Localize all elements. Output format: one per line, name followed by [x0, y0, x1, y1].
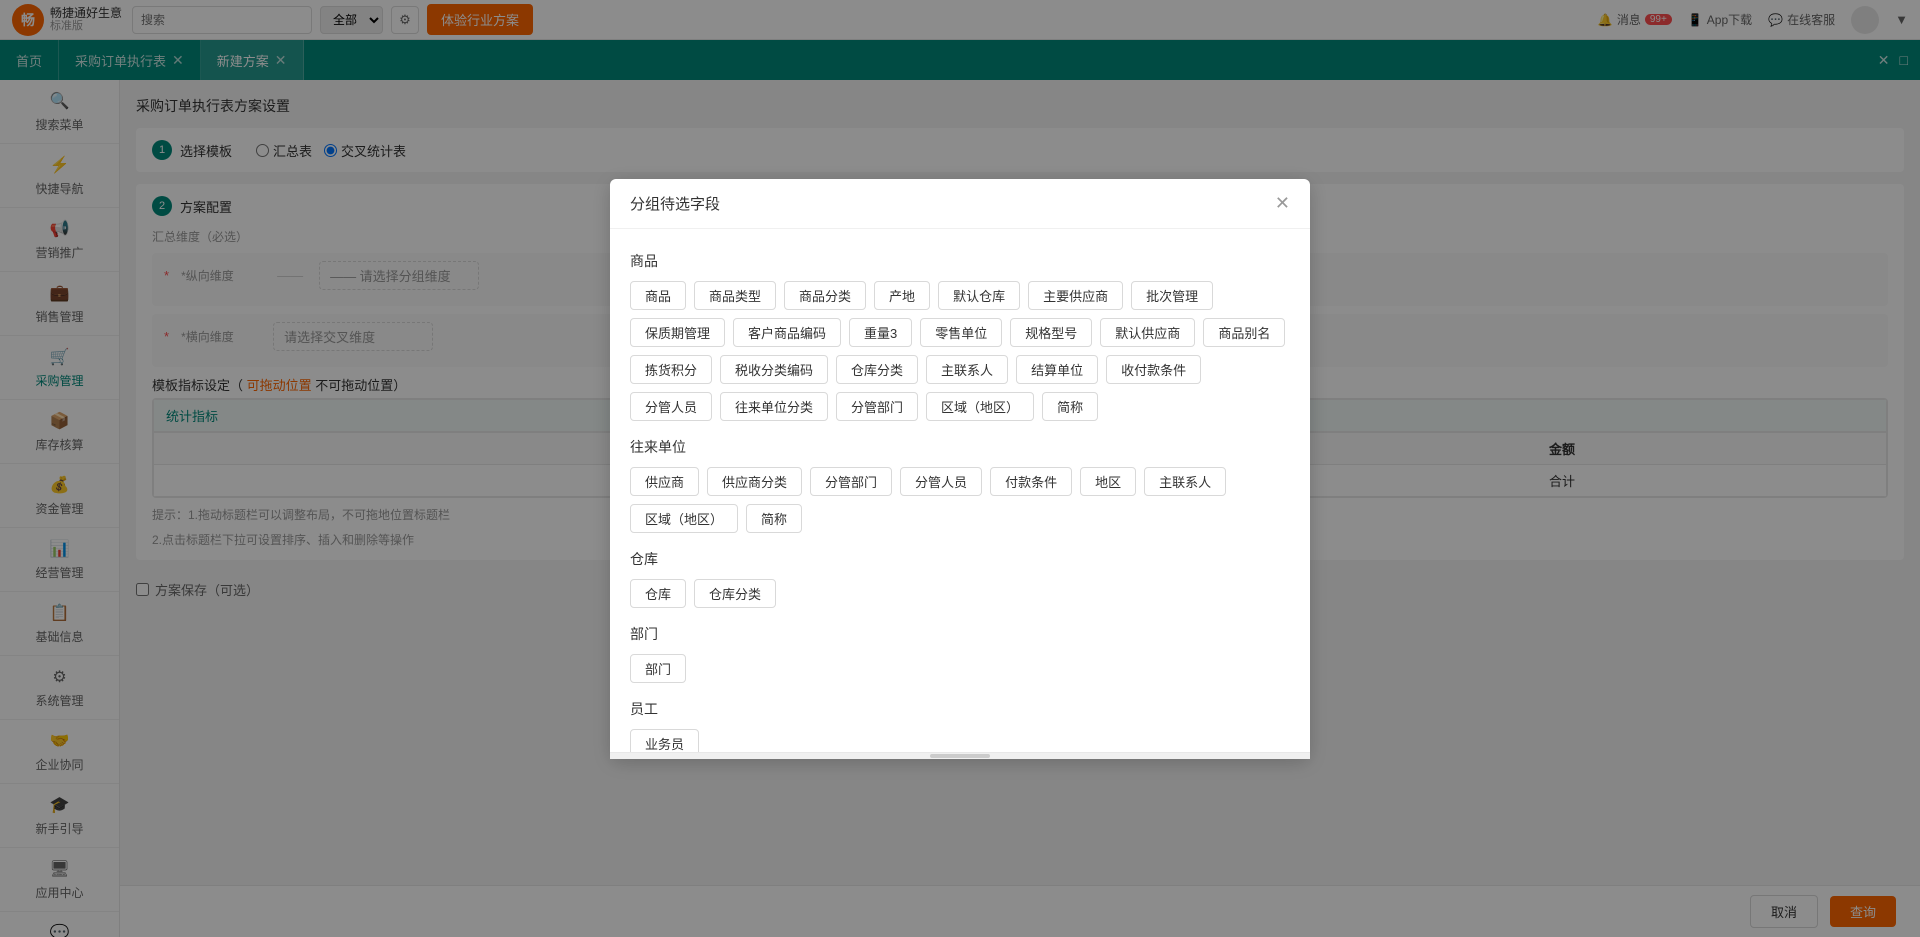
modal-title: 分组待选字段 — [630, 193, 720, 214]
field-tax-code[interactable]: 税收分类编码 — [720, 355, 828, 384]
warehouse-fields: 仓库 仓库分类 — [630, 579, 1290, 608]
employee-fields: 业务员 — [630, 729, 1290, 753]
field-counterpart-category[interactable]: 往来单位分类 — [720, 392, 828, 421]
field-payment-terms[interactable]: 收付款条件 — [1106, 355, 1201, 384]
field-customer-code[interactable]: 客户商品编码 — [733, 318, 841, 347]
modal-body: 商品 商品 商品类型 商品分类 产地 默认仓库 主要供应商 批次管理 保质期管理… — [610, 229, 1310, 753]
product-fields: 商品 商品类型 商品分类 产地 默认仓库 主要供应商 批次管理 保质期管理 客户… — [630, 281, 1290, 421]
dept-fields: 部门 — [630, 654, 1290, 683]
section-title-employee: 员工 — [630, 699, 1290, 719]
field-warehouse-cat[interactable]: 仓库分类 — [694, 579, 776, 608]
field-region-product[interactable]: 区域（地区） — [926, 392, 1034, 421]
modal-overlay: 分组待选字段 ✕ 商品 商品 商品类型 商品分类 产地 默认仓库 主要供应商 批… — [0, 0, 1920, 937]
field-spec-model[interactable]: 规格型号 — [1010, 318, 1092, 347]
field-quality-period[interactable]: 保质期管理 — [630, 318, 725, 347]
field-product-alias[interactable]: 商品别名 — [1203, 318, 1285, 347]
field-region2-counterpart[interactable]: 区域（地区） — [630, 504, 738, 533]
field-dept-product[interactable]: 分管部门 — [836, 392, 918, 421]
field-weight3[interactable]: 重量3 — [849, 318, 912, 347]
counterpart-fields: 供应商 供应商分类 分管部门 分管人员 付款条件 地区 主联系人 区域（地区） … — [630, 467, 1290, 533]
field-default-warehouse[interactable]: 默认仓库 — [938, 281, 1020, 310]
section-title-counterpart: 往来单位 — [630, 437, 1290, 457]
field-manager-product[interactable]: 分管人员 — [630, 392, 712, 421]
field-supplier[interactable]: 供应商 — [630, 467, 699, 496]
field-retail-unit[interactable]: 零售单位 — [920, 318, 1002, 347]
field-warehouse[interactable]: 仓库 — [630, 579, 686, 608]
scrollbar-thumb-x — [930, 754, 990, 758]
modal-scrollbar-x[interactable] — [610, 752, 1310, 758]
field-product-category[interactable]: 商品分类 — [784, 281, 866, 310]
field-warehouse-category[interactable]: 仓库分类 — [836, 355, 918, 384]
field-origin[interactable]: 产地 — [874, 281, 930, 310]
field-short-name-counterpart[interactable]: 简称 — [746, 504, 802, 533]
section-title-product: 商品 — [630, 251, 1290, 271]
field-region-counterpart[interactable]: 地区 — [1080, 467, 1136, 496]
modal-header: 分组待选字段 ✕ — [610, 179, 1310, 229]
field-product[interactable]: 商品 — [630, 281, 686, 310]
field-pick-points[interactable]: 拣货积分 — [630, 355, 712, 384]
field-batch-mgmt[interactable]: 批次管理 — [1131, 281, 1213, 310]
field-manager-counterpart[interactable]: 分管人员 — [900, 467, 982, 496]
field-short-name-product[interactable]: 简称 — [1042, 392, 1098, 421]
modal-close-btn[interactable]: ✕ — [1275, 193, 1290, 214]
field-settlement-unit[interactable]: 结算单位 — [1016, 355, 1098, 384]
field-main-supplier[interactable]: 主要供应商 — [1028, 281, 1123, 310]
modal-dialog: 分组待选字段 ✕ 商品 商品 商品类型 商品分类 产地 默认仓库 主要供应商 批… — [610, 179, 1310, 759]
field-salesperson[interactable]: 业务员 — [630, 729, 699, 753]
field-main-contact-counterpart[interactable]: 主联系人 — [1144, 467, 1226, 496]
field-default-supplier[interactable]: 默认供应商 — [1100, 318, 1195, 347]
field-product-type[interactable]: 商品类型 — [694, 281, 776, 310]
field-dept[interactable]: 部门 — [630, 654, 686, 683]
section-title-dept: 部门 — [630, 624, 1290, 644]
field-dept-counterpart[interactable]: 分管部门 — [810, 467, 892, 496]
field-main-contact[interactable]: 主联系人 — [926, 355, 1008, 384]
section-title-warehouse: 仓库 — [630, 549, 1290, 569]
field-supplier-category[interactable]: 供应商分类 — [707, 467, 802, 496]
field-payment-condition[interactable]: 付款条件 — [990, 467, 1072, 496]
